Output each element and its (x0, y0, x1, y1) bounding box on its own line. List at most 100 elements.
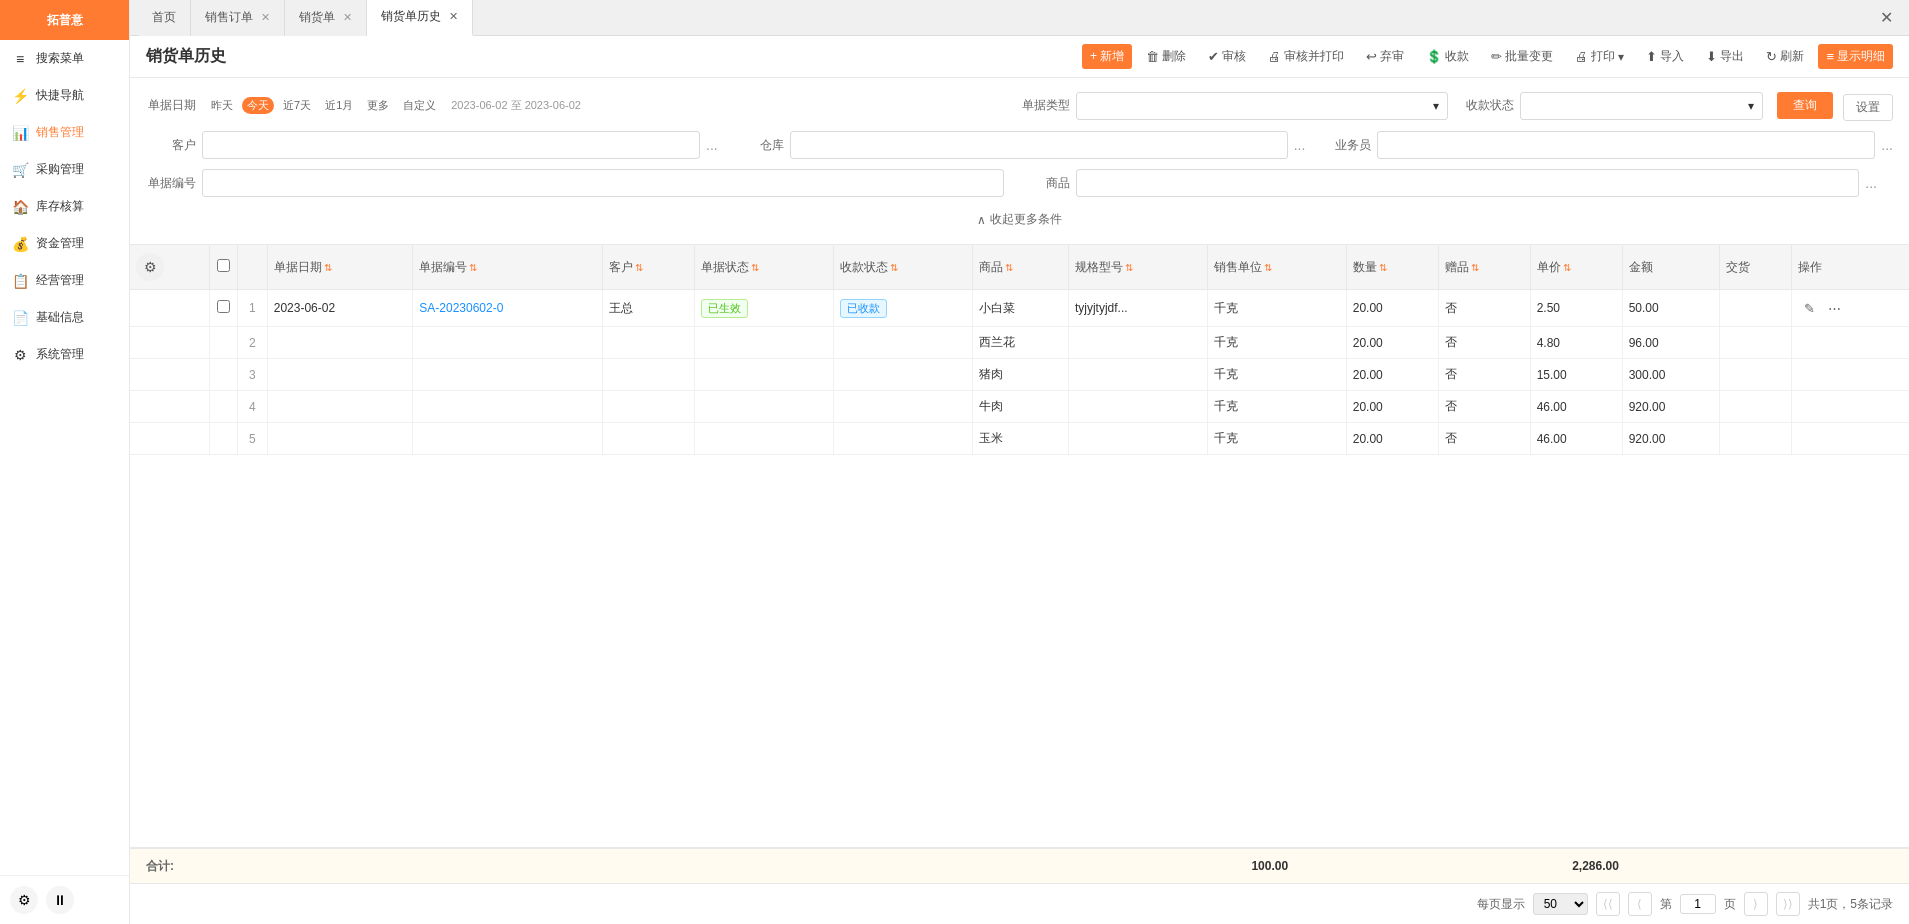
review-print-button[interactable]: 🖨 审核并打印 (1260, 44, 1352, 69)
tab-bar-close-all[interactable]: ✕ (1872, 8, 1901, 27)
shortcut-yesterday[interactable]: 昨天 (206, 97, 238, 114)
cell-spec (1068, 423, 1207, 455)
salesperson-dots[interactable]: ... (1881, 137, 1893, 153)
goods-dots[interactable]: ... (1865, 175, 1877, 191)
refresh-button[interactable]: ↻ 刷新 (1758, 44, 1812, 69)
close-tab-sales-order[interactable]: ✕ (261, 11, 270, 24)
delete-button[interactable]: 🗑 删除 (1138, 44, 1194, 69)
import-button[interactable]: ⬆ 导入 (1638, 44, 1692, 69)
tab-sales-order[interactable]: 销售订单 ✕ (191, 0, 285, 36)
warehouse-input[interactable] (790, 131, 1288, 159)
show-detail-button[interactable]: ≡ 显示明细 (1818, 44, 1893, 69)
shortcut-more[interactable]: 更多 (362, 97, 394, 114)
sidebar-item-quick-nav[interactable]: ⚡ 快捷导航 (0, 77, 129, 114)
sort-goods[interactable]: 商品 ⇅ (979, 259, 1062, 276)
tab-sales-goods-label: 销货单 (299, 9, 335, 26)
batch-change-button[interactable]: ✏ 批量变更 (1483, 44, 1561, 69)
sort-sales-unit[interactable]: 销售单位 ⇅ (1214, 259, 1340, 276)
setting-button[interactable]: 设置 (1843, 94, 1893, 121)
cell-doc-number (413, 423, 603, 455)
tab-sales-goods[interactable]: 销货单 ✕ (285, 0, 367, 36)
filter-doc-date: 单据日期 昨天 今天 近7天 近1月 更多 自定义 2023-06-02 至 2… (146, 97, 1004, 114)
next-page-btn[interactable]: ⟩ (1744, 892, 1768, 916)
print-button[interactable]: 🖨 打印 ▾ (1567, 44, 1632, 69)
sort-qty[interactable]: 数量 ⇅ (1353, 259, 1432, 276)
goods-input[interactable] (1076, 169, 1860, 197)
select-all-checkbox[interactable] (217, 259, 230, 272)
page-input[interactable] (1680, 894, 1716, 914)
row-checkbox[interactable] (217, 300, 230, 313)
sort-gift[interactable]: 赠品 ⇅ (1445, 259, 1524, 276)
close-tab-sales-goods[interactable]: ✕ (343, 11, 352, 24)
sidebar-item-operations[interactable]: 📋 经营管理 (0, 262, 129, 299)
sidebar-item-purchase-mgmt[interactable]: 🛒 采购管理 (0, 151, 129, 188)
cell-collect-status: 已收款 (834, 290, 973, 327)
sort-spec[interactable]: 规格型号 ⇅ (1075, 259, 1201, 276)
tab-sales-history-label: 销货单历史 (381, 8, 441, 25)
collect-status-select[interactable]: ▾ (1520, 92, 1763, 120)
review-button[interactable]: ✔ 审核 (1200, 44, 1254, 69)
sidebar-item-inventory[interactable]: 🏠 库存核算 (0, 188, 129, 225)
abandon-button[interactable]: ↩ 弃审 (1358, 44, 1412, 69)
salesperson-input[interactable] (1377, 131, 1875, 159)
sort-doc-number[interactable]: 单据编号 ⇅ (419, 259, 596, 276)
table-settings-gear[interactable]: ⚙ (136, 253, 164, 281)
shortcut-7days[interactable]: 近7天 (278, 97, 316, 114)
sidebar-settings-btn[interactable]: ⚙ (10, 886, 38, 914)
shortcut-1month[interactable]: 近1月 (320, 97, 358, 114)
sidebar-item-label: 基础信息 (36, 309, 84, 326)
last-page-btn[interactable]: ⟩⟩ (1776, 892, 1800, 916)
shortcut-custom[interactable]: 自定义 (398, 97, 441, 114)
per-page-label: 每页显示 (1477, 896, 1525, 913)
sidebar-item-sales-mgmt[interactable]: 📊 销售管理 (0, 114, 129, 151)
cell-spec (1068, 327, 1207, 359)
first-page-btn[interactable]: ⟨⟨ (1596, 892, 1620, 916)
prev-page-btn[interactable]: ⟨ (1628, 892, 1652, 916)
doc-type-select[interactable]: ▾ (1076, 92, 1449, 120)
data-table-container: ⚙ 单据日期 ⇅ 单据编号 ⇅ (130, 245, 1909, 847)
customer-dots[interactable]: ... (706, 137, 718, 153)
shortcut-today[interactable]: 今天 (242, 97, 274, 114)
page-title: 销货单历史 (146, 46, 226, 67)
cell-unit-price: 46.00 (1530, 391, 1622, 423)
review-print-icon: 🖨 (1268, 49, 1281, 64)
col-doc-number: 单据编号 ⇅ (413, 245, 603, 290)
doc-date-label: 单据日期 (146, 97, 196, 114)
warehouse-dots[interactable]: ... (1294, 137, 1306, 153)
cell-action (1792, 327, 1909, 359)
sort-collect-status[interactable]: 收款状态 ⇅ (840, 259, 966, 276)
collapse-icon: ∧ (977, 213, 986, 227)
collect-button[interactable]: 💲 收款 (1418, 44, 1477, 69)
new-button[interactable]: + 新增 (1082, 44, 1132, 69)
col-doc-status: 单据状态 ⇅ (695, 245, 834, 290)
system-icon: ⚙ (12, 347, 28, 363)
edit-action-btn[interactable]: ✎ (1798, 297, 1820, 319)
per-page-select[interactable]: 50 100 200 (1533, 893, 1588, 915)
cell-doc-number (413, 359, 603, 391)
customer-input[interactable] (202, 131, 700, 159)
sidebar-item-system[interactable]: ⚙ 系统管理 (0, 336, 129, 373)
close-tab-sales-history[interactable]: ✕ (449, 10, 458, 23)
sort-customer[interactable]: 客户 ⇅ (609, 259, 688, 276)
export-button[interactable]: ⬇ 导出 (1698, 44, 1752, 69)
sidebar-collapse-btn[interactable]: ⏸ (46, 886, 74, 914)
tab-sales-history[interactable]: 销货单历史 ✕ (367, 0, 473, 36)
table-row: 4 牛肉 千克 20.00 否 46.00 920.00 (130, 391, 1909, 423)
collect-status-badge: 已收款 (840, 299, 887, 318)
tab-home[interactable]: 首页 (138, 0, 191, 36)
more-action-btn[interactable]: ⋯ (1824, 297, 1846, 319)
tab-sales-order-label: 销售订单 (205, 9, 253, 26)
sort-doc-status[interactable]: 单据状态 ⇅ (701, 259, 827, 276)
query-button[interactable]: 查询 (1777, 92, 1833, 119)
doc-number-link[interactable]: SA-20230602-0 (419, 301, 503, 315)
collapse-button[interactable]: ∧ 收起更多条件 (146, 207, 1893, 232)
sidebar-item-finance[interactable]: 💰 资金管理 (0, 225, 129, 262)
cell-sales-unit: 千克 (1207, 290, 1346, 327)
sort-doc-date[interactable]: 单据日期 ⇅ (274, 259, 407, 276)
finance-icon: 💰 (12, 236, 28, 252)
sidebar-item-search-menu[interactable]: ≡ 搜索菜单 (0, 40, 129, 77)
sort-unit-price[interactable]: 单价 ⇅ (1537, 259, 1616, 276)
col-collect-status: 收款状态 ⇅ (834, 245, 973, 290)
doc-number-input[interactable] (202, 169, 1004, 197)
sidebar-item-basic-info[interactable]: 📄 基础信息 (0, 299, 129, 336)
